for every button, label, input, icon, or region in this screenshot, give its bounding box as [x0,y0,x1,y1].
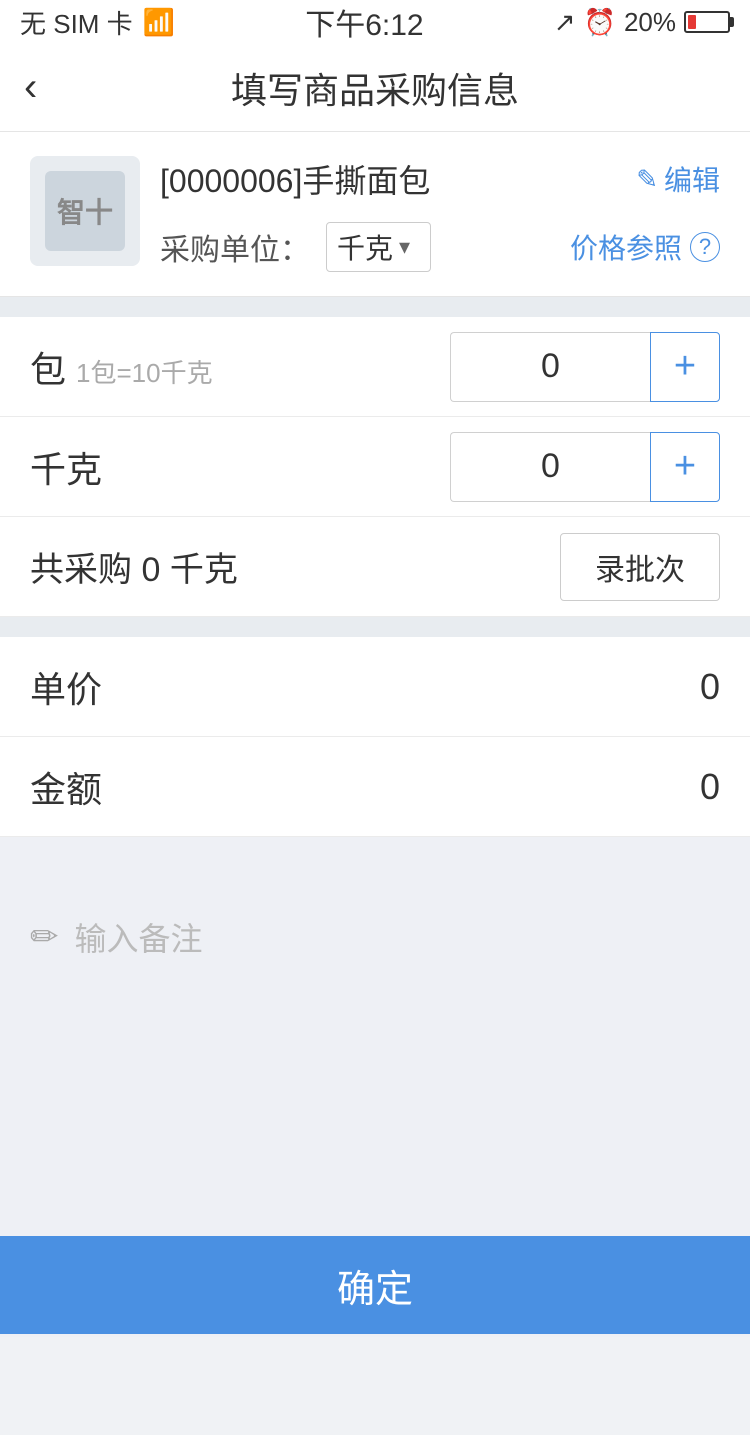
status-bar: 无 SIM 卡 📶 下午6:12 ↗ ⏰ 20% [0,0,750,44]
status-time: 下午6:12 [305,0,423,44]
pack-input-row: 包1包=10千克 + [0,317,750,417]
unit-value: 千克 [337,227,393,267]
pencil-icon: ✏ [30,917,59,957]
status-left: 无 SIM 卡 📶 [20,4,175,41]
confirm-bar[interactable]: 确定 [0,1236,750,1334]
kg-input-wrapper: + [450,432,720,502]
location-icon: ↗ [554,7,576,38]
page-title: 填写商品采购信息 [231,62,519,114]
note-placeholder: 输入备注 [75,914,203,960]
price-ref-button[interactable]: 价格参照 ? [570,227,720,267]
sim-label: 无 SIM 卡 [20,4,133,41]
product-thumbnail-inner: 智十 [45,171,125,251]
nav-bar: ‹ 填写商品采购信息 [0,44,750,132]
battery-icon [684,11,730,33]
edit-icon: ✎ [636,164,658,195]
back-button[interactable]: ‹ [24,65,37,110]
summary-text: 共采购 0 千克 [30,542,238,591]
amount-label: 金额 [30,761,102,813]
input-section: 包1包=10千克 + 千克 + 共采购 0 千克 录批次 [0,317,750,617]
unit-label: 采购单位： [160,225,310,269]
amount-row: 金额 0 [0,737,750,837]
pack-label: 包1包=10千克 [30,341,450,393]
kg-input-row: 千克 + [0,417,750,517]
price-ref-label: 价格参照 [570,227,682,267]
unit-dropdown-icon: ▾ [399,234,410,260]
unit-price-value: 0 [700,666,720,708]
section-divider-1 [0,297,750,317]
pack-sub-label: 1包=10千克 [76,358,213,388]
unit-price-row: 单价 0 [0,637,750,737]
pack-input-wrapper: + [450,332,720,402]
summary-unit: 千克 [170,551,238,589]
product-info: [0000006]手撕面包 ✎ 编辑 采购单位： 千克 ▾ 价格参照 ? [160,156,720,272]
edit-label: 编辑 [664,159,720,199]
summary-prefix: 共采购 [30,551,132,589]
product-card: 智十 [0000006]手撕面包 ✎ 编辑 采购单位： 千克 ▾ 价格参照 ? [0,132,750,297]
alarm-icon: ⏰ [584,7,616,38]
summary-value: 0 [141,551,160,589]
battery-percent: 20% [624,7,676,38]
amount-value: 0 [700,766,720,808]
thumbnail-text: 智十 [57,191,113,231]
confirm-button-label: 确定 [337,1258,413,1313]
product-full-name: [0000006]手撕面包 [160,156,430,202]
price-section: 单价 0 金额 0 [0,637,750,837]
kg-label: 千克 [30,441,450,493]
kg-input[interactable] [450,432,650,502]
unit-row: 采购单位： 千克 ▾ 价格参照 ? [160,222,720,272]
wifi-icon: 📶 [143,7,175,38]
section-divider-2 [0,617,750,637]
status-right: ↗ ⏰ 20% [554,7,730,38]
summary-row: 共采购 0 千克 录批次 [0,517,750,617]
batch-button[interactable]: 录批次 [560,533,720,601]
note-section[interactable]: ✏ 输入备注 [0,837,750,1037]
pack-input[interactable] [450,332,650,402]
pack-plus-button[interactable]: + [650,332,720,402]
unit-price-label: 单价 [30,661,102,713]
product-name-row: [0000006]手撕面包 ✎ 编辑 [160,156,720,202]
edit-button[interactable]: ✎ 编辑 [636,159,720,199]
unit-select[interactable]: 千克 ▾ [326,222,431,272]
product-thumbnail: 智十 [30,156,140,266]
help-icon: ? [690,232,720,262]
kg-plus-button[interactable]: + [650,432,720,502]
